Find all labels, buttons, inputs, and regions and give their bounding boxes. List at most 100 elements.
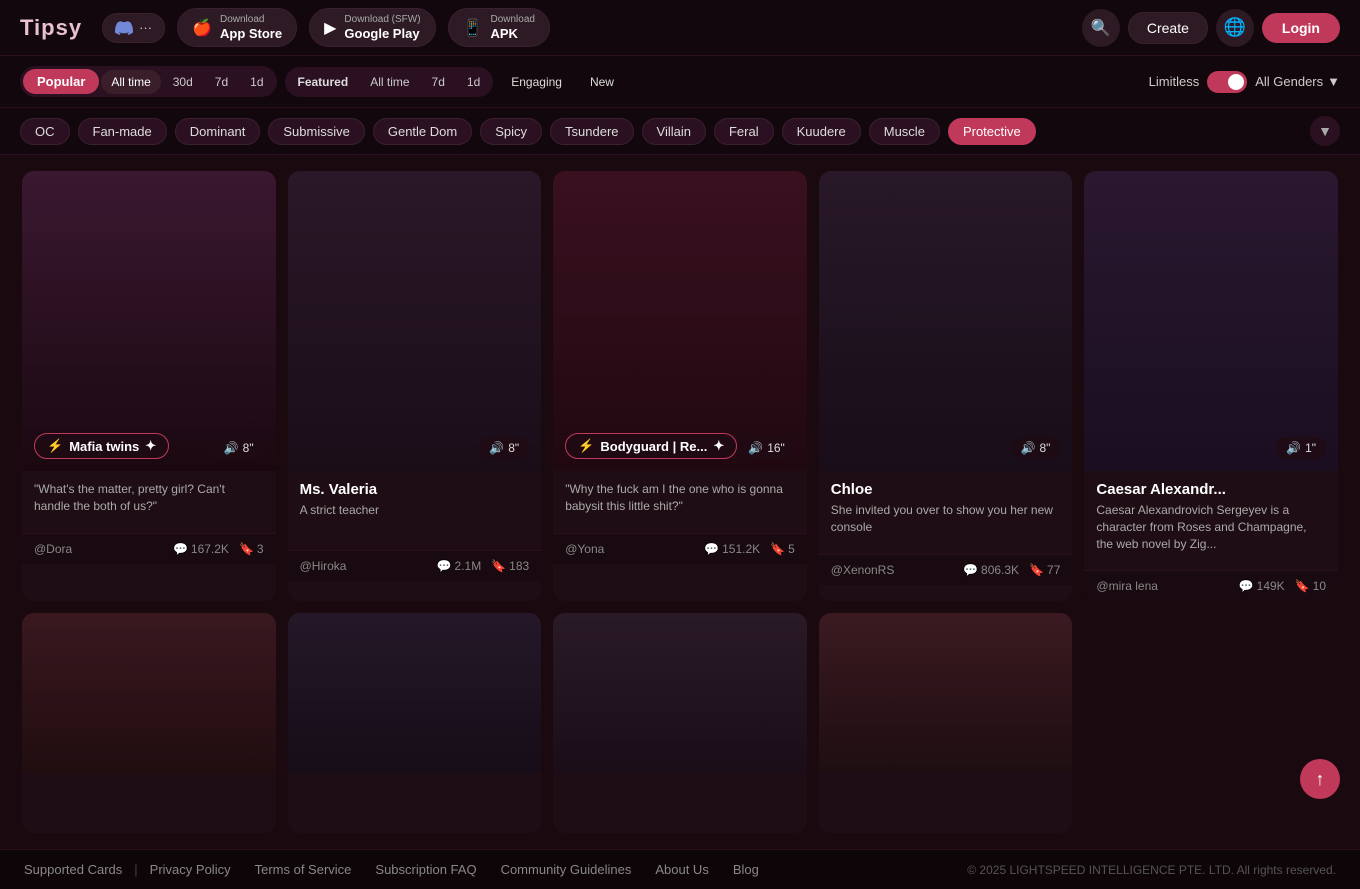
download-apk-small: Download bbox=[490, 14, 534, 26]
cards-grid: ⚡ Mafia twins ✦ 🔊 8" "What's the matter,… bbox=[0, 155, 1360, 849]
card-image-5: 🔊 1" bbox=[1084, 171, 1338, 471]
card-bodyguard[interactable]: ⚡ Bodyguard | Re... ✦ 🔊 16" "Why the fuc… bbox=[553, 171, 807, 601]
tag-protective[interactable]: Protective bbox=[948, 118, 1036, 145]
card-author-2: @Hiroka bbox=[300, 559, 347, 573]
discord-icon bbox=[115, 19, 133, 37]
card-name-2: Ms. Valeria bbox=[300, 481, 378, 498]
download-google-button[interactable]: ▶ Download (SFW) Google Play bbox=[309, 8, 435, 48]
card-name-badge-3: ⚡ Bodyguard | Re... ✦ bbox=[565, 433, 737, 459]
tag-muscle[interactable]: Muscle bbox=[869, 118, 940, 145]
tag-feral[interactable]: Feral bbox=[714, 118, 774, 145]
popular-1d[interactable]: 1d bbox=[240, 70, 273, 94]
card-comments-5: 💬 149K bbox=[1239, 579, 1285, 593]
comments-count-5: 149K bbox=[1257, 579, 1285, 593]
card-image-9 bbox=[819, 613, 1073, 773]
card-image-8 bbox=[553, 613, 807, 773]
language-button[interactable]: 🌐 bbox=[1216, 9, 1254, 47]
header: Tipsy ··· 🍎 Download App Store ▶ Downloa… bbox=[0, 0, 1360, 56]
tag-villain[interactable]: Villain bbox=[642, 118, 706, 145]
footer-privacy-policy[interactable]: Privacy Policy bbox=[138, 862, 243, 877]
footer-about-us[interactable]: About Us bbox=[643, 862, 720, 877]
tag-dominant[interactable]: Dominant bbox=[175, 118, 261, 145]
tag-submissive[interactable]: Submissive bbox=[268, 118, 364, 145]
comments-count-4: 806.3K bbox=[981, 563, 1019, 577]
discord-button[interactable]: ··· bbox=[102, 13, 165, 43]
featured-1d[interactable]: 1d bbox=[457, 70, 490, 94]
tag-spicy[interactable]: Spicy bbox=[480, 118, 542, 145]
card-image-3: ⚡ Bodyguard | Re... ✦ 🔊 16" bbox=[553, 171, 807, 471]
featured-filter-group: Featured All time 7d 1d bbox=[285, 67, 494, 97]
login-button[interactable]: Login bbox=[1262, 13, 1340, 43]
sparkle-icon-1: ✦ bbox=[145, 438, 156, 454]
card-row2-4[interactable] bbox=[819, 613, 1073, 833]
engaging-filter[interactable]: Engaging bbox=[501, 70, 572, 94]
card-desc-1: "What's the matter, pretty girl? Can't h… bbox=[34, 481, 264, 515]
download-apk-button[interactable]: 📱 Download APK bbox=[448, 8, 550, 48]
card-row2-2[interactable] bbox=[288, 613, 542, 833]
chat-icon-1: 💬 bbox=[173, 542, 188, 556]
speaker-icon-1: 🔊 bbox=[224, 441, 239, 455]
popular-7d[interactable]: 7d bbox=[205, 70, 238, 94]
footer-links: Supported Cards | Privacy Policy Terms o… bbox=[24, 862, 771, 877]
footer-terms-of-service[interactable]: Terms of Service bbox=[243, 862, 364, 877]
card-voices-count-2: 8" bbox=[508, 441, 519, 455]
featured-filter[interactable]: Featured bbox=[288, 70, 359, 94]
card-image-7 bbox=[288, 613, 542, 773]
card-image-6 bbox=[22, 613, 276, 773]
search-button[interactable]: 🔍 bbox=[1082, 9, 1120, 47]
download-appstore-button[interactable]: 🍎 Download App Store bbox=[177, 8, 297, 48]
card-author-5: @mira lena bbox=[1096, 579, 1158, 593]
card-mafia-twins[interactable]: ⚡ Mafia twins ✦ 🔊 8" "What's the matter,… bbox=[22, 171, 276, 601]
tag-oc[interactable]: OC bbox=[20, 118, 70, 145]
tag-fan-made[interactable]: Fan-made bbox=[78, 118, 167, 145]
card-footer-3: @Yona 💬 151.2K 🔖 5 bbox=[553, 533, 807, 564]
bookmark-icon-1: 🔖 bbox=[239, 542, 254, 556]
featured-all-time[interactable]: All time bbox=[360, 70, 419, 94]
card-voices-badge-1: 🔊 8" bbox=[214, 437, 264, 459]
comments-count-2: 2.1M bbox=[455, 559, 482, 573]
globe-icon: 🌐 bbox=[1224, 17, 1246, 38]
logo: Tipsy bbox=[20, 15, 82, 41]
tag-gentle-dom[interactable]: Gentle Dom bbox=[373, 118, 472, 145]
tag-kuudere[interactable]: Kuudere bbox=[782, 118, 861, 145]
new-filter[interactable]: New bbox=[580, 70, 624, 94]
limitless-label: Limitless bbox=[1149, 74, 1200, 89]
expand-tags-button[interactable]: ▼ bbox=[1310, 116, 1340, 146]
card-name-row-4: Chloe bbox=[831, 481, 1061, 498]
footer-blog[interactable]: Blog bbox=[721, 862, 771, 877]
featured-7d[interactable]: 7d bbox=[422, 70, 455, 94]
card-ms-valeria[interactable]: 🔊 8" Ms. Valeria A strict teacher @Hirok… bbox=[288, 171, 542, 601]
tag-tsundere[interactable]: Tsundere bbox=[550, 118, 633, 145]
limitless-toggle[interactable] bbox=[1207, 71, 1247, 93]
card-stats-4: 💬 806.3K 🔖 77 bbox=[963, 563, 1060, 577]
card-badge-name-1: Mafia twins bbox=[69, 439, 139, 454]
arrow-up-icon: ↑ bbox=[1316, 769, 1325, 790]
card-bookmarks-4: 🔖 77 bbox=[1029, 563, 1060, 577]
card-row2-3[interactable] bbox=[553, 613, 807, 833]
card-row2-1[interactable] bbox=[22, 613, 276, 833]
all-genders-button[interactable]: All Genders ▼ bbox=[1255, 74, 1340, 89]
footer-supported-cards[interactable]: Supported Cards bbox=[24, 862, 134, 877]
popular-filter[interactable]: Popular bbox=[23, 69, 99, 94]
card-desc-2: A strict teacher bbox=[300, 502, 530, 532]
card-bookmarks-2: 🔖 183 bbox=[491, 559, 529, 573]
bookmarks-count-3: 5 bbox=[788, 542, 795, 556]
card-voices-count-1: 8" bbox=[243, 441, 254, 455]
card-caesar[interactable]: 🔊 1" Caesar Alexandr... Caesar Alexandro… bbox=[1084, 171, 1338, 601]
card-name-5: Caesar Alexandr... bbox=[1096, 481, 1226, 498]
card-desc-4: She invited you over to show you her new… bbox=[831, 502, 1061, 536]
popular-all-time[interactable]: All time bbox=[101, 70, 160, 94]
footer: Supported Cards | Privacy Policy Terms o… bbox=[0, 849, 1360, 889]
card-chloe[interactable]: 🔊 8" Chloe She invited you over to show … bbox=[819, 171, 1073, 601]
create-button[interactable]: Create bbox=[1128, 12, 1208, 44]
card-comments-3: 💬 151.2K bbox=[704, 542, 760, 556]
card-info-5: Caesar Alexandr... Caesar Alexandrovich … bbox=[1084, 471, 1338, 570]
footer-subscription-faq[interactable]: Subscription FAQ bbox=[363, 862, 488, 877]
card-footer-4: @XenonRS 💬 806.3K 🔖 77 bbox=[819, 554, 1073, 585]
download-appstore-main: App Store bbox=[220, 26, 282, 42]
footer-community-guidelines[interactable]: Community Guidelines bbox=[489, 862, 644, 877]
card-name-4: Chloe bbox=[831, 481, 873, 498]
download-apk-main: APK bbox=[490, 26, 534, 42]
scroll-to-top-button[interactable]: ↑ bbox=[1300, 759, 1340, 799]
popular-30d[interactable]: 30d bbox=[163, 70, 203, 94]
